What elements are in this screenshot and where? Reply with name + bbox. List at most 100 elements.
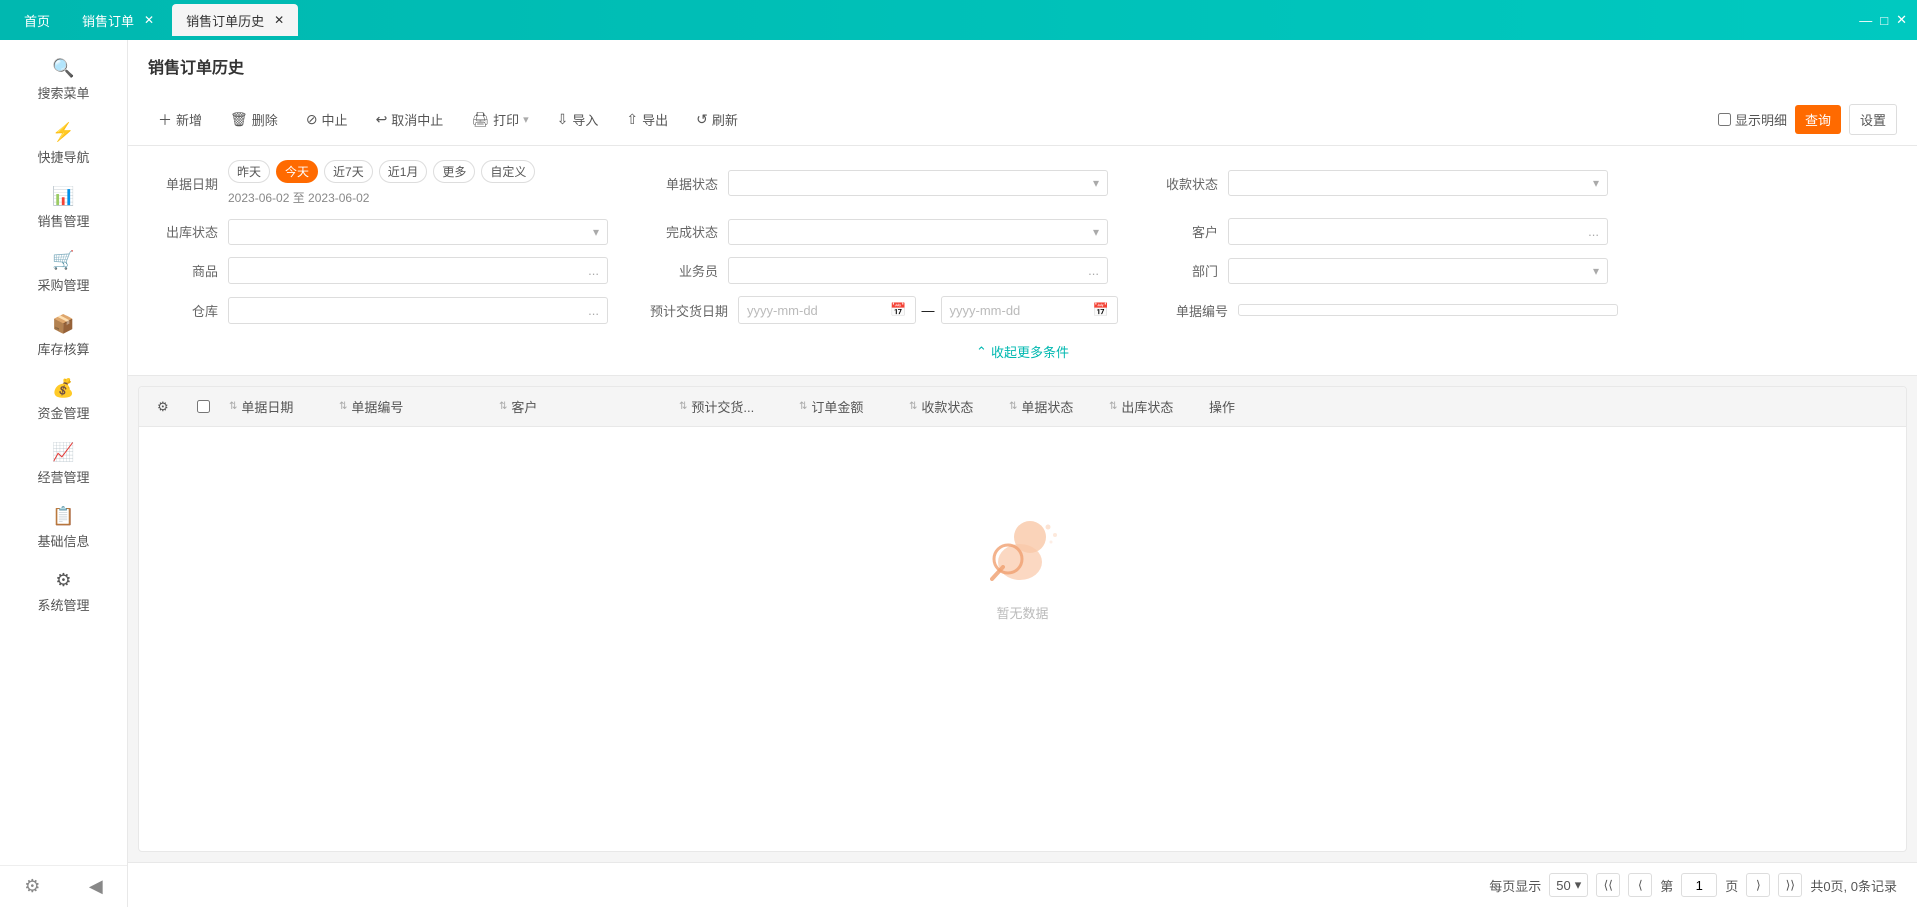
filter-salesperson[interactable]: ... <box>728 257 1108 284</box>
window-maximize-icon[interactable]: □ <box>1880 13 1888 28</box>
sidebar-item-operations[interactable]: 📈 经营管理 <box>0 432 127 496</box>
paystatus-select[interactable]: ▾ <box>1228 170 1608 196</box>
th-amount[interactable]: ⇅ 订单金额 <box>791 397 901 416</box>
date-btn-custom[interactable]: 自定义 <box>481 160 535 183</box>
th-docdate[interactable]: ⇅ 单据日期 <box>221 397 331 416</box>
cancel-stop-button[interactable]: ↩ 取消中止 <box>366 105 454 134</box>
tab-home[interactable]: 首页 <box>10 4 64 36</box>
page-last-btn[interactable]: ⟩⟩ <box>1778 873 1802 897</box>
collapse-filter-btn[interactable]: ⌃ 收起更多条件 <box>148 336 1897 361</box>
window-minimize-icon[interactable]: — <box>1859 13 1872 28</box>
dept-chevron: ▾ <box>1593 264 1599 278</box>
outstatus-chevron: ▾ <box>593 225 599 239</box>
completestatus-select[interactable]: ▾ <box>728 219 1108 245</box>
sidebar-item-quicknav[interactable]: ⚡ 快捷导航 <box>0 112 127 176</box>
new-label: 新增 <box>176 110 202 129</box>
sidebar-item-inventory[interactable]: 📦 库存核算 <box>0 304 127 368</box>
page-next-btn[interactable]: ⟩ <box>1746 873 1770 897</box>
th-delivery[interactable]: ⇅ 预计交货... <box>671 397 791 416</box>
page-prev-btn[interactable]: ⟨ <box>1628 873 1652 897</box>
sidebar-item-system[interactable]: ⚙ 系统管理 <box>0 560 127 624</box>
filter-paystatus[interactable]: ▾ <box>1228 170 1608 196</box>
salesperson-input[interactable]: ... <box>728 257 1108 284</box>
page-first-btn[interactable]: ⟨⟨ <box>1596 873 1620 897</box>
docstatus-select[interactable]: ▾ <box>728 170 1108 196</box>
sidebar-item-search[interactable]: 🔍 搜索菜单 <box>0 48 127 112</box>
filter-label-customer: 客户 <box>1148 222 1228 241</box>
th-payment[interactable]: ⇅ 收款状态 <box>901 397 1001 416</box>
query-button[interactable]: 查询 <box>1795 105 1841 134</box>
delivery-date-from[interactable]: yyyy-mm-dd 📅 <box>738 296 916 324</box>
filter-completestatus[interactable]: ▾ <box>728 219 1108 245</box>
page-input[interactable] <box>1681 873 1717 897</box>
page-size-chevron: ▾ <box>1575 877 1582 893</box>
date-btn-1month[interactable]: 近1月 <box>379 160 428 183</box>
tab-sales-order[interactable]: 销售订单 ✕ <box>68 4 168 36</box>
sidebar-item-sales[interactable]: 📊 销售管理 <box>0 176 127 240</box>
th-settings[interactable]: ⚙ <box>149 399 189 415</box>
system-icon: ⚙ <box>55 570 71 591</box>
delivery-date-to[interactable]: yyyy-mm-dd 📅 <box>941 296 1119 324</box>
collapse-sidebar-icon[interactable]: ◀ <box>89 876 103 897</box>
tab-sales-history-close[interactable]: ✕ <box>274 13 284 27</box>
new-button[interactable]: ＋ 新增 <box>148 105 212 135</box>
export-label: 导出 <box>642 110 668 129</box>
page-size-select[interactable]: 50 ▾ <box>1549 873 1588 897</box>
print-chevron: ▾ <box>523 113 529 126</box>
date-btn-today[interactable]: 今天 <box>276 160 318 183</box>
filter-docno[interactable] <box>1238 304 1618 316</box>
table-header: ⚙ ⇅ 单据日期 ⇅ 单据编号 ⇅ 客户 ⇅ <box>139 387 1906 427</box>
warehouse-input[interactable]: ... <box>228 297 608 324</box>
date-btn-more[interactable]: 更多 <box>433 160 475 183</box>
main-layout: 🔍 搜索菜单 ⚡ 快捷导航 📊 销售管理 🛒 采购管理 📦 库存核算 💰 资金管… <box>0 40 1917 907</box>
filter-customer[interactable]: ... <box>1228 218 1608 245</box>
filter-outstatus[interactable]: ▾ <box>228 219 608 245</box>
window-close-icon[interactable]: ✕ <box>1896 12 1907 28</box>
date-btn-yesterday[interactable]: 昨天 <box>228 160 270 183</box>
filter-warehouse[interactable]: ... <box>228 297 608 324</box>
filter-deliverydate: yyyy-mm-dd 📅 — yyyy-mm-dd 📅 <box>738 296 1118 324</box>
docno-input[interactable] <box>1238 304 1618 316</box>
filter-dept[interactable]: ▾ <box>1228 258 1608 284</box>
display-toggle[interactable]: 显示明细 <box>1718 110 1787 129</box>
settings-bottom-icon[interactable]: ⚙ <box>24 876 40 897</box>
completestatus-chevron: ▾ <box>1093 225 1099 239</box>
goods-input[interactable]: ... <box>228 257 608 284</box>
print-button[interactable]: 🖨 打印 ▾ <box>461 105 538 134</box>
sidebar-item-basic-info[interactable]: 📋 基础信息 <box>0 496 127 560</box>
tab-sales-history[interactable]: 销售订单历史 ✕ <box>172 4 298 36</box>
th-customer[interactable]: ⇅ 客户 <box>491 397 671 416</box>
sidebar-item-purchase[interactable]: 🛒 采购管理 <box>0 240 127 304</box>
sidebar-item-finance[interactable]: 💰 资金管理 <box>0 368 127 432</box>
th-checkbox[interactable] <box>189 400 221 413</box>
display-toggle-checkbox[interactable] <box>1718 113 1731 126</box>
select-all-checkbox[interactable] <box>197 400 210 413</box>
import-button[interactable]: ⇩ 导入 <box>547 105 609 134</box>
date-btn-7days[interactable]: 近7天 <box>324 160 373 183</box>
dept-select[interactable]: ▾ <box>1228 258 1608 284</box>
th-outstatus[interactable]: ⇅ 出库状态 <box>1101 397 1201 416</box>
sidebar-item-search-label: 搜索菜单 <box>37 83 89 102</box>
sort-icon-customer: ⇅ <box>499 401 507 412</box>
stop-button[interactable]: ⊘ 中止 <box>296 105 358 134</box>
outstatus-select[interactable]: ▾ <box>228 219 608 245</box>
delivery-date-from-text: yyyy-mm-dd <box>747 303 818 318</box>
sort-icon-outstatus: ⇅ <box>1109 401 1117 412</box>
filter-goods[interactable]: ... <box>228 257 608 284</box>
sales-icon: 📊 <box>52 186 74 207</box>
top-bar-right: — □ ✕ <box>1859 12 1907 28</box>
customer-input[interactable]: ... <box>1228 218 1608 245</box>
page-title: 销售订单历史 <box>148 54 1897 78</box>
delete-button[interactable]: 🗑 删除 <box>220 105 288 134</box>
tab-sales-order-close[interactable]: ✕ <box>144 13 154 27</box>
filter-label-docdate: 单据日期 <box>148 174 228 193</box>
filter-label-docstatus: 单据状态 <box>648 174 728 193</box>
settings-button[interactable]: 设置 <box>1849 104 1897 135</box>
refresh-button[interactable]: ↺ 刷新 <box>686 105 748 134</box>
th-amount-label: 订单金额 <box>811 397 863 416</box>
date-range-display: 2023-06-02 至 2023-06-02 <box>228 189 608 206</box>
th-docno[interactable]: ⇅ 单据编号 <box>331 397 491 416</box>
filter-docstatus[interactable]: ▾ <box>728 170 1108 196</box>
th-docstatus[interactable]: ⇅ 单据状态 <box>1001 397 1101 416</box>
export-button[interactable]: ⇧ 导出 <box>616 105 678 134</box>
